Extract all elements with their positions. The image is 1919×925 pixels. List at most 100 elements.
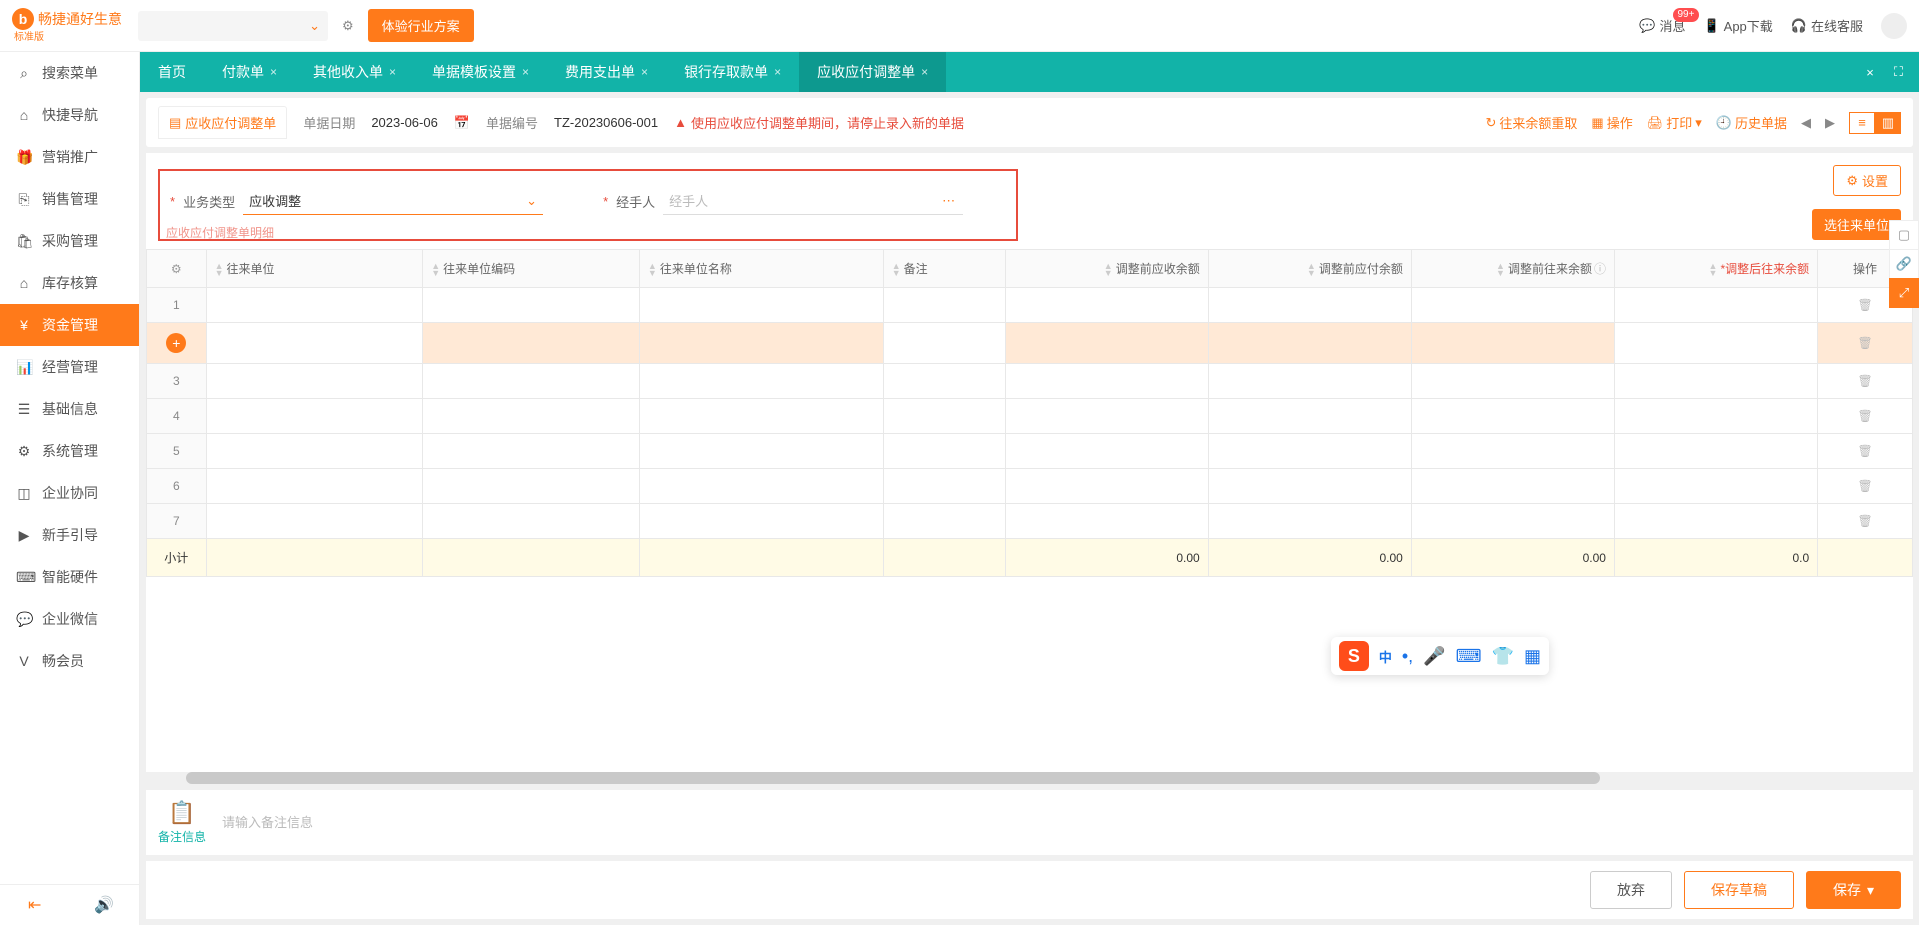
cell[interactable] (206, 504, 423, 539)
cell[interactable] (1411, 434, 1614, 469)
col-unit-code[interactable]: ▲▼往来单位编码 (423, 250, 640, 288)
cell[interactable] (1411, 364, 1614, 399)
cell[interactable] (1614, 288, 1817, 323)
ime-tools-icon[interactable]: ▦ (1524, 646, 1541, 667)
cell[interactable] (206, 364, 423, 399)
cell[interactable] (1005, 323, 1208, 364)
cell[interactable] (1411, 399, 1614, 434)
cell[interactable] (1614, 469, 1817, 504)
cell[interactable] (1411, 288, 1614, 323)
tab-adjust[interactable]: 应收应付调整单× (799, 52, 946, 92)
cell[interactable] (1411, 504, 1614, 539)
print-button[interactable]: 🖨打印▾ (1647, 113, 1702, 132)
sidebar-item-quicknav[interactable]: ⌂快捷导航 (0, 94, 139, 136)
close-icon[interactable]: × (641, 65, 648, 79)
sidebar-item-funds[interactable]: ¥资金管理 (0, 304, 139, 346)
cell[interactable] (423, 364, 640, 399)
row-delete[interactable]: 🗑 (1818, 364, 1913, 399)
close-icon[interactable]: × (921, 65, 928, 79)
cell[interactable] (1208, 364, 1411, 399)
col-pre-recv[interactable]: ▲▼调整前应收余额 (1005, 250, 1208, 288)
cell[interactable] (639, 364, 883, 399)
cell[interactable] (1208, 434, 1411, 469)
remark-input[interactable] (222, 815, 1901, 830)
sidebar-item-system[interactable]: ⚙系统管理 (0, 430, 139, 472)
cell[interactable] (206, 434, 423, 469)
row-delete[interactable]: 🗑 (1818, 323, 1913, 364)
sidebar-item-hardware[interactable]: ⌨智能硬件 (0, 556, 139, 598)
close-icon[interactable]: × (270, 65, 277, 79)
cell[interactable] (1208, 504, 1411, 539)
col-pre-pay[interactable]: ▲▼调整前应付余额 (1208, 250, 1411, 288)
float-note-button[interactable]: ▢ (1889, 220, 1919, 250)
cell[interactable] (1614, 399, 1817, 434)
online-service-link[interactable]: 🎧 在线客服 (1791, 16, 1863, 35)
company-select[interactable]: ⌄ (138, 11, 328, 41)
sidebar-item-purchase[interactable]: 🛍采购管理 (0, 220, 139, 262)
cell[interactable] (639, 399, 883, 434)
cell[interactable] (1411, 323, 1614, 364)
save-draft-button[interactable]: 保存草稿 (1684, 871, 1794, 909)
view-list-button[interactable]: ≡ (1849, 112, 1875, 134)
cell[interactable] (1208, 323, 1411, 364)
cell[interactable] (1614, 323, 1817, 364)
cell[interactable] (206, 323, 423, 364)
cell[interactable] (423, 469, 640, 504)
sidebar-item-business[interactable]: 📊经营管理 (0, 346, 139, 388)
discard-button[interactable]: 放弃 (1590, 871, 1672, 909)
ime-punct-icon[interactable]: •, (1402, 646, 1413, 667)
select-unit-button[interactable]: 选往来单位 (1812, 209, 1901, 240)
next-doc-button[interactable]: ▶ (1825, 115, 1835, 131)
tab-template[interactable]: 单据模板设置× (414, 52, 547, 92)
sidebar-item-guide[interactable]: ▶新手引导 (0, 514, 139, 556)
cell[interactable] (423, 399, 640, 434)
tab-home[interactable]: 首页 (140, 52, 204, 92)
ime-skin-icon[interactable]: 👕 (1492, 646, 1514, 667)
horizontal-scrollbar[interactable] (146, 772, 1913, 784)
cell[interactable] (883, 434, 1005, 469)
cell[interactable] (1614, 434, 1817, 469)
cell[interactable] (1208, 399, 1411, 434)
cell[interactable] (883, 504, 1005, 539)
col-remark[interactable]: ▲▼备注 (883, 250, 1005, 288)
row-delete[interactable]: 🗑 (1818, 504, 1913, 539)
cell[interactable] (1411, 469, 1614, 504)
tab-expense[interactable]: 费用支出单× (547, 52, 666, 92)
biz-type-select[interactable]: 应收调整 ⌄ (243, 187, 543, 215)
history-button[interactable]: 🕘历史单据 (1716, 113, 1787, 132)
user-avatar[interactable] (1881, 13, 1907, 39)
cell[interactable] (1208, 288, 1411, 323)
col-config[interactable]: ⚙ (147, 250, 207, 288)
settings-icon[interactable]: ⚙ (342, 18, 354, 34)
col-unit-name[interactable]: ▲▼往来单位名称 (639, 250, 883, 288)
reget-balance-button[interactable]: ↻往来余额重取 (1486, 113, 1578, 132)
sidebar-item-collab[interactable]: ◫企业协同 (0, 472, 139, 514)
handler-select[interactable]: 经手人 ⋯ (663, 187, 963, 215)
ime-keyboard-icon[interactable]: ⌨ (1456, 646, 1482, 667)
sidebar-item-basic[interactable]: ☰基础信息 (0, 388, 139, 430)
cell[interactable] (423, 288, 640, 323)
save-button[interactable]: 保存▾ (1806, 871, 1901, 909)
fullscreen-icon[interactable]: ⛶ (1888, 60, 1909, 84)
cell[interactable] (423, 434, 640, 469)
sidebar-item-wechat[interactable]: 💬企业微信 (0, 598, 139, 640)
sidebar-item-inventory[interactable]: ⌂库存核算 (0, 262, 139, 304)
cell[interactable] (1005, 288, 1208, 323)
col-unit[interactable]: ▲▼往来单位 (206, 250, 423, 288)
view-detail-button[interactable]: ▥ (1875, 112, 1901, 134)
cell[interactable] (1005, 399, 1208, 434)
cell[interactable] (1005, 504, 1208, 539)
tab-other-income[interactable]: 其他收入单× (295, 52, 414, 92)
sidebar-collapse-left[interactable]: ⇤ (0, 885, 70, 925)
tab-bank[interactable]: 银行存取款单× (666, 52, 799, 92)
col-post-bal[interactable]: ▲▼*调整后往来余额 (1614, 250, 1817, 288)
cell[interactable] (639, 288, 883, 323)
row-delete[interactable]: 🗑 (1818, 469, 1913, 504)
cell[interactable] (883, 323, 1005, 364)
cell[interactable] (423, 323, 640, 364)
info-icon[interactable]: ⓘ (1594, 262, 1606, 276)
tab-close-all-icon[interactable]: × (1860, 61, 1880, 84)
app-download-link[interactable]: 📱 App下载 (1703, 16, 1772, 35)
document-type-tab[interactable]: ▤ 应收应付调整单 (158, 106, 287, 139)
cell[interactable] (1005, 434, 1208, 469)
